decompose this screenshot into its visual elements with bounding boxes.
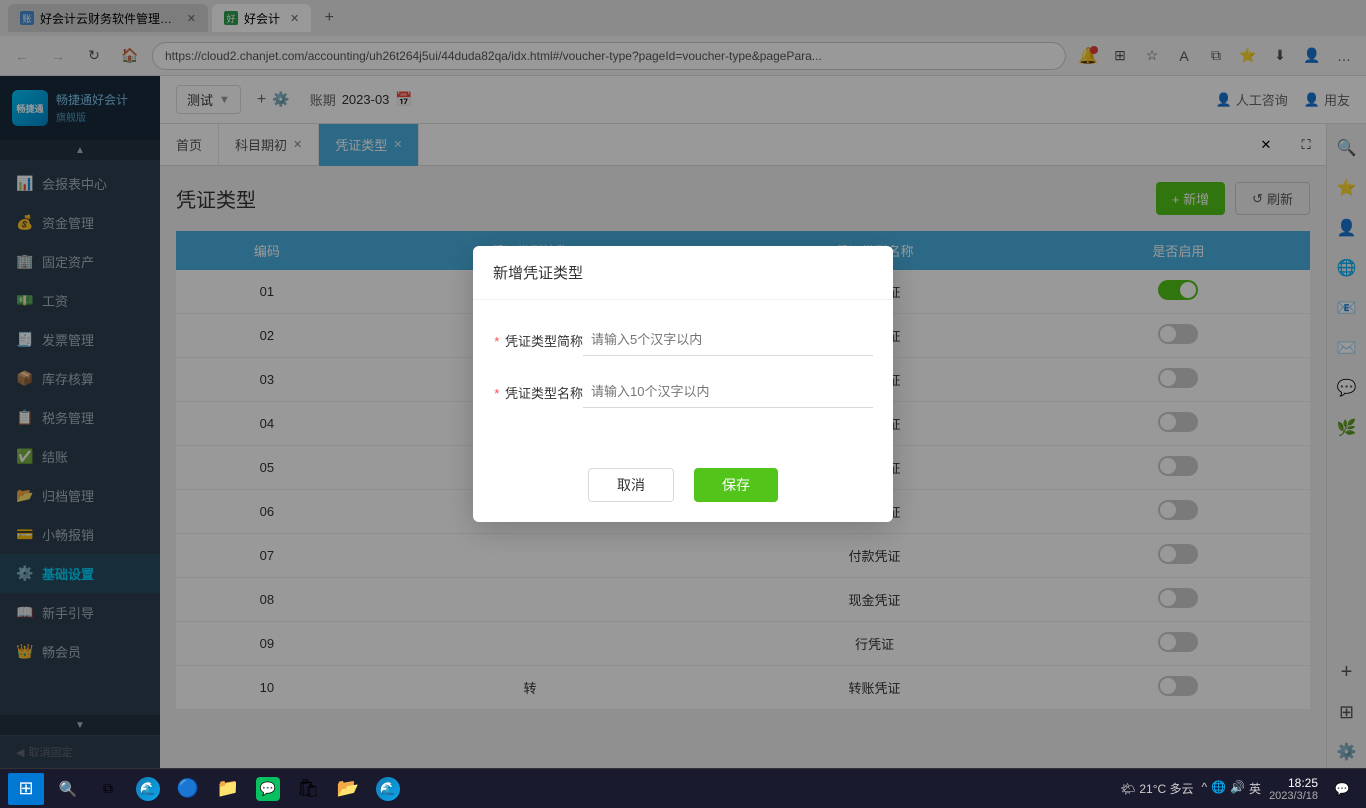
input-full-name[interactable] bbox=[583, 376, 873, 408]
time-display: 18:25 bbox=[1269, 776, 1318, 790]
taskbar-search[interactable]: 🔍 bbox=[52, 773, 84, 805]
taskbar-sys: 🌤 21°C 多云 ^ 🌐 🔊 英 18:25 2023/3/18 💬 bbox=[1120, 773, 1358, 805]
dialog-overlay: 新增凭证类型 * 凭证类型简称 * 凭证类型名称 取消 保存 bbox=[0, 0, 1366, 768]
form-label-full-name: * 凭证类型名称 bbox=[493, 383, 583, 402]
taskbar-files[interactable]: 📂 bbox=[332, 773, 364, 805]
taskbar: ⊞ 🔍 ⧉ 🌊 🔵 📁 💬 🛍 📂 🌊 🌤 21°C 多云 ^ 🌐 🔊 英 bbox=[0, 768, 1366, 808]
date-display: 2023/3/18 bbox=[1269, 790, 1318, 802]
volume-icon[interactable]: 🔊 bbox=[1230, 780, 1245, 797]
chrome-icon: 🔵 bbox=[176, 777, 200, 801]
chevron-icon[interactable]: ^ bbox=[1202, 780, 1208, 797]
taskbar-chrome[interactable]: 🔵 bbox=[172, 773, 204, 805]
network-icon[interactable]: 🌐 bbox=[1211, 780, 1226, 797]
store-icon: 🛍 bbox=[296, 777, 320, 801]
taskbar-clock[interactable]: 18:25 2023/3/18 bbox=[1269, 776, 1318, 802]
form-label-short-name: * 凭证类型简称 bbox=[493, 331, 583, 350]
cancel-button[interactable]: 取消 bbox=[588, 468, 674, 502]
task-view-icon: ⧉ bbox=[96, 777, 120, 801]
dialog-header: 新增凭证类型 bbox=[473, 246, 893, 300]
add-voucher-dialog: 新增凭证类型 * 凭证类型简称 * 凭证类型名称 取消 保存 bbox=[473, 246, 893, 522]
dialog-body: * 凭证类型简称 * 凭证类型名称 bbox=[473, 300, 893, 452]
form-row-short-name: * 凭证类型简称 bbox=[493, 324, 873, 356]
weather-text: 21°C 多云 bbox=[1139, 780, 1193, 797]
taskbar-store[interactable]: 🛍 bbox=[292, 773, 324, 805]
lang-icon: 英 bbox=[1249, 780, 1261, 797]
weather-info: 🌤 21°C 多云 bbox=[1120, 780, 1193, 797]
taskbar-edge2[interactable]: 🌊 bbox=[372, 773, 404, 805]
sys-tray-icons: ^ 🌐 🔊 英 bbox=[1202, 780, 1262, 797]
edge-icon-2: 🌊 bbox=[376, 777, 400, 801]
dialog-title: 新增凭证类型 bbox=[493, 265, 583, 282]
taskbar-explorer[interactable]: 📁 bbox=[212, 773, 244, 805]
windows-icon: ⊞ bbox=[18, 778, 33, 799]
form-row-full-name: * 凭证类型名称 bbox=[493, 376, 873, 408]
files-icon: 📂 bbox=[336, 777, 360, 801]
label-text-short: 凭证类型简称 bbox=[505, 334, 583, 349]
weather-icon: 🌤 bbox=[1120, 782, 1135, 796]
label-text-full: 凭证类型名称 bbox=[505, 386, 583, 401]
dialog-footer: 取消 保存 bbox=[473, 452, 893, 522]
required-star-1: * bbox=[494, 334, 499, 349]
notification-icon[interactable]: 💬 bbox=[1326, 773, 1358, 805]
save-button[interactable]: 保存 bbox=[694, 468, 778, 502]
start-button[interactable]: ⊞ bbox=[8, 773, 44, 805]
taskbar-task-view[interactable]: ⧉ bbox=[92, 773, 124, 805]
wechat-icon: 💬 bbox=[256, 777, 280, 801]
taskbar-edge[interactable]: 🌊 bbox=[132, 773, 164, 805]
input-short-name[interactable] bbox=[583, 324, 873, 356]
required-star-2: * bbox=[494, 386, 499, 401]
explorer-icon: 📁 bbox=[216, 777, 240, 801]
taskbar-wechat[interactable]: 💬 bbox=[252, 773, 284, 805]
edge-icon: 🌊 bbox=[136, 777, 160, 801]
